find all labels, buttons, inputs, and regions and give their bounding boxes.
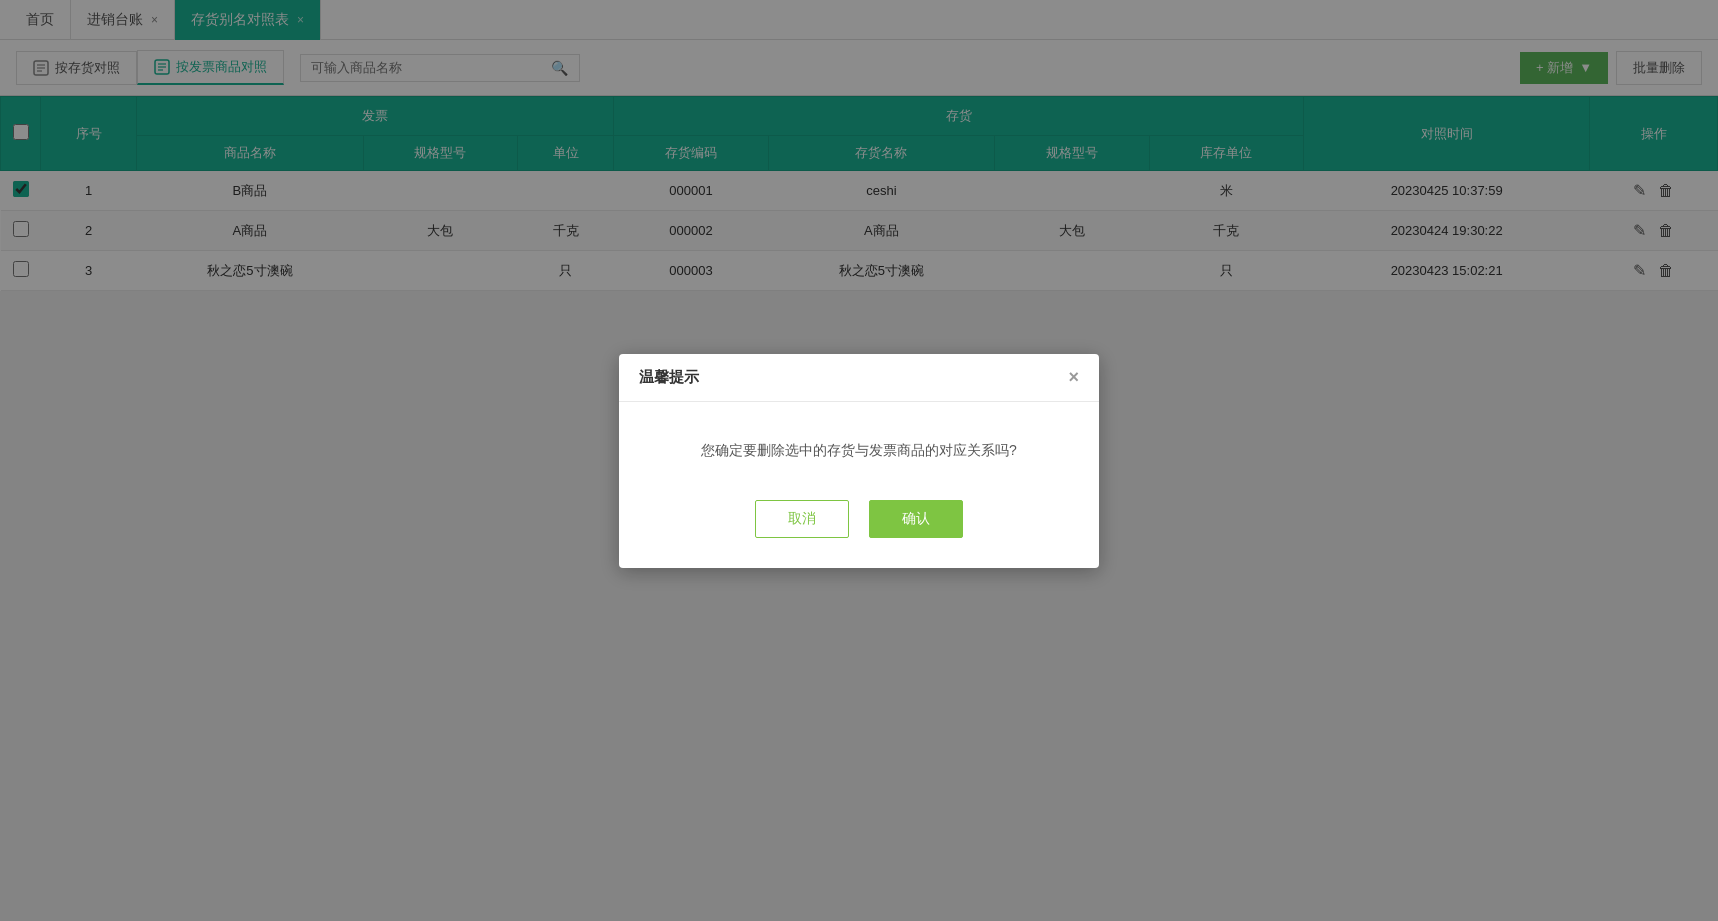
- overlay: 温馨提示 × 您确定要删除选中的存货与发票商品的对应关系吗? 取消 确认: [0, 0, 1718, 291]
